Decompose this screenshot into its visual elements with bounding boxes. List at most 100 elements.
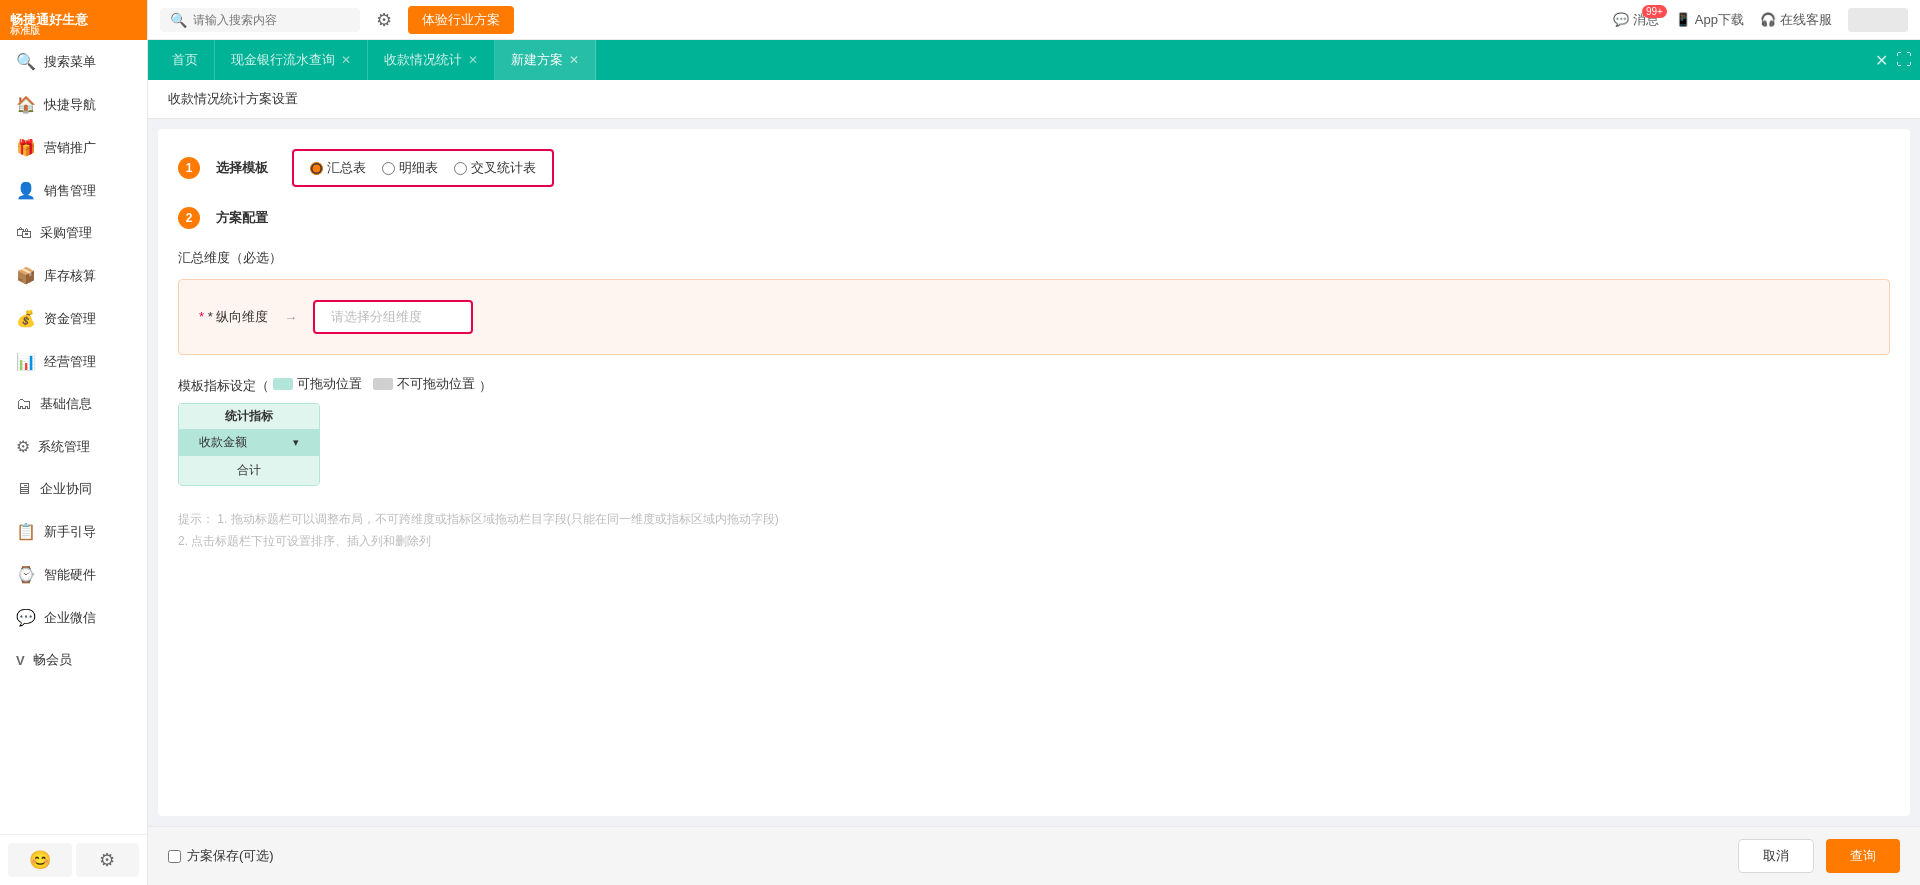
topbar-right: 💬 消息 99+ 📱 App下载 🎧 在线客服 bbox=[1613, 8, 1908, 32]
sidebar-item-label: 资金管理 bbox=[44, 310, 96, 328]
chart-icon: 📊 bbox=[16, 352, 36, 371]
tab-close-all-icon[interactable]: ✕ bbox=[1875, 51, 1888, 70]
hint-line-2: 2. 点击标题栏下拉可设置排序、插入列和删除列 bbox=[178, 531, 1890, 553]
sidebar-item-sales[interactable]: 👤 销售管理 bbox=[0, 169, 147, 212]
settings-icon[interactable]: ⚙ bbox=[376, 9, 392, 31]
radio-summary[interactable]: 汇总表 bbox=[310, 159, 366, 177]
dimension-title-text: 汇总维度（必选） bbox=[178, 250, 282, 265]
footer-actions: 取消 查询 bbox=[1738, 839, 1900, 873]
step2-label: 方案配置 bbox=[216, 209, 268, 227]
sidebar-item-funds[interactable]: 💰 资金管理 bbox=[0, 297, 147, 340]
service-icon: 🎧 bbox=[1760, 12, 1776, 27]
sidebar-item-label: 销售管理 bbox=[44, 182, 96, 200]
monitor-icon: 🖥 bbox=[16, 480, 32, 498]
legend-fixed-label: 不可拖动位置 bbox=[397, 375, 475, 393]
sidebar-item-label: 采购管理 bbox=[40, 224, 92, 242]
gift-icon: 🎁 bbox=[16, 138, 36, 157]
tab-new-plan-label: 新建方案 bbox=[511, 51, 563, 69]
radio-detail[interactable]: 明细表 bbox=[382, 159, 438, 177]
tab-collection-stats-close[interactable]: ✕ bbox=[468, 53, 478, 67]
chevron-down-icon[interactable]: ▾ bbox=[293, 436, 299, 449]
sidebar-logo: 畅捷通好生意 标准版 bbox=[0, 0, 147, 40]
sidebar-item-label: 新手引导 bbox=[44, 523, 96, 541]
radio-cross-input[interactable] bbox=[454, 162, 467, 175]
indicators-label-text: 模板指标设定（ 可拖动位置 不可拖动位置 ） bbox=[178, 375, 492, 395]
tab-collection-stats-label: 收款情况统计 bbox=[384, 51, 462, 69]
tab-bank-flow[interactable]: 现金银行流水查询 ✕ bbox=[215, 40, 368, 80]
sidebar-item-purchase[interactable]: 🛍 采购管理 bbox=[0, 212, 147, 254]
sidebar-item-newbie[interactable]: 📋 新手引导 bbox=[0, 510, 147, 553]
sidebar-item-smart-hw[interactable]: ⌚ 智能硬件 bbox=[0, 553, 147, 596]
tab-home-label: 首页 bbox=[172, 51, 198, 69]
tabbar-actions: ✕ ⛶ bbox=[1875, 51, 1912, 70]
sidebar-item-wechat[interactable]: 💬 企业微信 bbox=[0, 596, 147, 639]
app-download-item[interactable]: 📱 App下载 bbox=[1675, 11, 1744, 29]
sidebar-item-enterprise[interactable]: 🖥 企业协同 bbox=[0, 468, 147, 510]
sidebar-item-label: 智能硬件 bbox=[44, 566, 96, 584]
sidebar-bottom-btn2[interactable]: ⚙ bbox=[76, 843, 140, 877]
sidebar-bottom-btn1[interactable]: 😊 bbox=[8, 843, 72, 877]
search-menu-icon: 🔍 bbox=[16, 52, 36, 71]
user-avatar[interactable] bbox=[1848, 8, 1908, 32]
tab-maximize-icon[interactable]: ⛶ bbox=[1896, 51, 1912, 69]
sidebar-item-inventory[interactable]: 📦 库存核算 bbox=[0, 254, 147, 297]
industry-btn[interactable]: 体验行业方案 bbox=[408, 6, 514, 34]
tab-home[interactable]: 首页 bbox=[156, 40, 215, 80]
message-badge-item[interactable]: 💬 消息 99+ bbox=[1613, 11, 1659, 29]
radio-summary-label: 汇总表 bbox=[327, 159, 366, 177]
gear-icon: ⚙ bbox=[16, 437, 30, 456]
tab-new-plan-close[interactable]: ✕ bbox=[569, 53, 579, 67]
sidebar-item-operations[interactable]: 📊 经营管理 bbox=[0, 340, 147, 383]
sidebar-item-system[interactable]: ⚙ 系统管理 bbox=[0, 425, 147, 468]
search-input[interactable] bbox=[193, 13, 333, 27]
sidebar-item-label: 系统管理 bbox=[38, 438, 90, 456]
sidebar-item-marketing[interactable]: 🎁 营销推广 bbox=[0, 126, 147, 169]
step1-badge: 1 bbox=[178, 157, 200, 179]
radio-cross[interactable]: 交叉统计表 bbox=[454, 159, 536, 177]
confirm-button[interactable]: 查询 bbox=[1826, 839, 1900, 873]
dim-row-label: * 纵向维度 bbox=[208, 309, 269, 324]
legend-movable-label: 可拖动位置 bbox=[297, 375, 362, 393]
stats-block-total: 合计 bbox=[179, 456, 319, 485]
main-area: 🔍 ⚙ 体验行业方案 💬 消息 99+ 📱 App下载 🎧 在线客服 首页 bbox=[148, 0, 1920, 885]
folder-icon: 🗂 bbox=[16, 395, 32, 413]
dim-selector[interactable]: 请选择分组维度 bbox=[313, 300, 473, 334]
stats-block-header: 统计指标 bbox=[179, 404, 319, 429]
tab-collection-stats[interactable]: 收款情况统计 ✕ bbox=[368, 40, 495, 80]
sidebar-item-label: 企业协同 bbox=[40, 480, 92, 498]
dim-placeholder: 请选择分组维度 bbox=[331, 309, 422, 324]
sidebar-item-basic-info[interactable]: 🗂 基础信息 bbox=[0, 383, 147, 425]
page-title: 收款情况统计方案设置 bbox=[168, 91, 298, 106]
legend-movable-box bbox=[273, 378, 293, 390]
indicators-label-row: 模板指标设定（ 可拖动位置 不可拖动位置 ） bbox=[178, 375, 1890, 395]
stats-block: 统计指标 收款金额 ▾ 合计 bbox=[178, 403, 320, 486]
sidebar-item-quick-nav[interactable]: 🏠 快捷导航 bbox=[0, 83, 147, 126]
sidebar-item-search-menu[interactable]: 🔍 搜索菜单 bbox=[0, 40, 147, 83]
legend-fixed-container: 不可拖动位置 bbox=[373, 375, 475, 393]
page-footer: 方案保存(可选) 取消 查询 bbox=[148, 826, 1920, 885]
tab-bank-flow-close[interactable]: ✕ bbox=[341, 53, 351, 67]
save-checkbox[interactable] bbox=[168, 850, 181, 863]
save-checkbox-label[interactable]: 方案保存(可选) bbox=[168, 847, 274, 865]
sidebar-item-label: 经营管理 bbox=[44, 353, 96, 371]
online-service-item[interactable]: 🎧 在线客服 bbox=[1760, 11, 1832, 29]
cancel-button[interactable]: 取消 bbox=[1738, 839, 1814, 873]
dimension-row: * * 纵向维度 → 请选择分组维度 bbox=[199, 300, 1869, 334]
download-icon: 📱 bbox=[1675, 12, 1691, 27]
box-icon: 📦 bbox=[16, 266, 36, 285]
hint-line-1: 提示： 1. 拖动标题栏可以调整布局，不可跨维度或指标区域拖动栏目字段(只能在同… bbox=[178, 509, 1890, 531]
message-count-badge: 99+ bbox=[1642, 5, 1667, 18]
config-section: 汇总维度（必选） * * 纵向维度 → 请选择分组维度 bbox=[178, 249, 1890, 552]
stats-block-subheader[interactable]: 收款金额 ▾ bbox=[179, 429, 319, 456]
sidebar-item-label: 快捷导航 bbox=[44, 96, 96, 114]
section-container: 1 选择模板 汇总表 明细表 交叉统计表 bbox=[158, 129, 1910, 816]
indicators-config: 模板指标设定（ 可拖动位置 不可拖动位置 ） bbox=[178, 375, 1890, 489]
radio-summary-input[interactable] bbox=[310, 162, 323, 175]
sidebar-item-label: 企业微信 bbox=[44, 609, 96, 627]
tab-new-plan[interactable]: 新建方案 ✕ bbox=[495, 40, 596, 80]
topbar-search-box[interactable]: 🔍 bbox=[160, 8, 360, 32]
radio-detail-input[interactable] bbox=[382, 162, 395, 175]
sidebar-item-member[interactable]: V 畅会员 bbox=[0, 639, 147, 681]
person-icon: 👤 bbox=[16, 181, 36, 200]
money-icon: 💰 bbox=[16, 309, 36, 328]
